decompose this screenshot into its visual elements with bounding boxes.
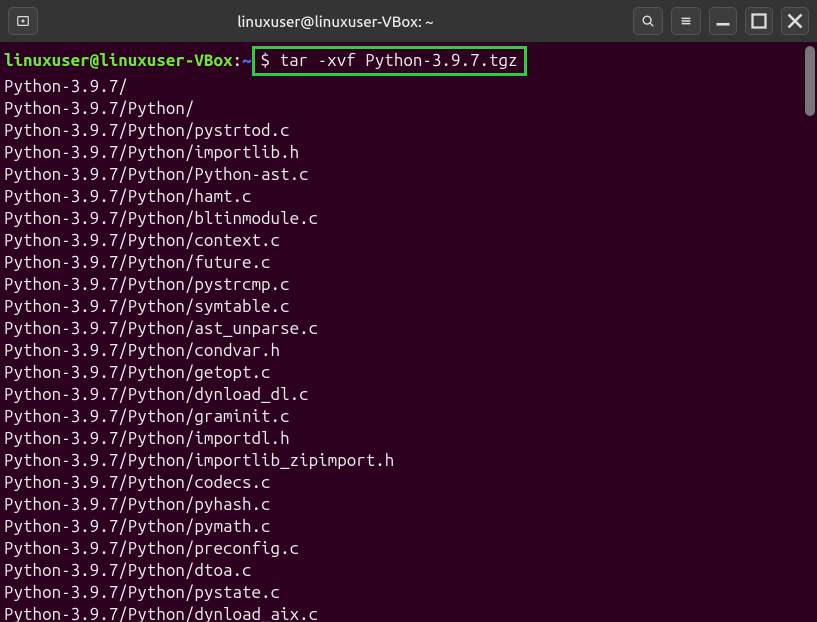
terminal-body[interactable]: linuxuser@linuxuser-VBox:~$ tar -xvf Pyt… [0,42,817,622]
output-line: Python-3.9.7/Python/pystrtod.c [4,120,799,142]
terminal-window: linuxuser@linuxuser-VBox: ~ [0,0,817,622]
output-line: Python-3.9.7/Python/graminit.c [4,406,799,428]
output-line: Python-3.9.7/Python/importlib_zipimport.… [4,450,799,472]
close-button[interactable] [781,7,809,35]
output-line: Python-3.9.7/Python/getopt.c [4,362,799,384]
window-title: linuxuser@linuxuser-VBox: ~ [46,13,625,30]
output-line: Python-3.9.7/Python/pyhash.c [4,494,799,516]
output-line: Python-3.9.7/Python/future.c [4,252,799,274]
output-line: Python-3.9.7/Python/symtable.c [4,296,799,318]
new-tab-icon [16,14,30,28]
titlebar-right [633,7,809,35]
output-line: Python-3.9.7/Python/dynload_dl.c [4,384,799,406]
output-lines: Python-3.9.7/Python-3.9.7/Python/Python-… [4,76,799,622]
output-line: Python-3.9.7/Python/preconfig.c [4,538,799,560]
output-line: Python-3.9.7/ [4,76,799,98]
output-line: Python-3.9.7/Python/context.c [4,230,799,252]
scrollbar-thumb[interactable] [805,46,815,116]
output-line: Python-3.9.7/Python/bltinmodule.c [4,208,799,230]
new-tab-button[interactable] [8,7,38,35]
search-icon [641,14,655,28]
output-line: Python-3.9.7/Python/ [4,98,799,120]
output-line: Python-3.9.7/Python/Python-ast.c [4,164,799,186]
prompt-user-host: linuxuser@linuxuser-VBox [4,51,232,70]
titlebar: linuxuser@linuxuser-VBox: ~ [0,0,817,42]
close-icon [782,8,808,34]
hamburger-icon [679,14,693,28]
prompt-line: linuxuser@linuxuser-VBox:~$ tar -xvf Pyt… [4,46,799,76]
prompt-colon: : [232,51,242,70]
prompt-path: ~ [242,51,252,70]
output-line: Python-3.9.7/Python/dtoa.c [4,560,799,582]
output-line: Python-3.9.7/Python/importdl.h [4,428,799,450]
output-line: Python-3.9.7/Python/condvar.h [4,340,799,362]
output-line: Python-3.9.7/Python/pymath.c [4,516,799,538]
minimize-icon [710,8,736,34]
maximize-icon [746,8,772,34]
output-line: Python-3.9.7/Python/pystrcmp.c [4,274,799,296]
minimize-button[interactable] [709,7,737,35]
terminal-content: linuxuser@linuxuser-VBox:~$ tar -xvf Pyt… [4,46,813,622]
output-line: Python-3.9.7/Python/hamt.c [4,186,799,208]
output-line: Python-3.9.7/Python/dynload_aix.c [4,604,799,622]
search-button[interactable] [633,7,663,35]
output-line: Python-3.9.7/Python/pystate.c [4,582,799,604]
output-line: Python-3.9.7/Python/ast_unparse.c [4,318,799,340]
output-line: Python-3.9.7/Python/codecs.c [4,472,799,494]
maximize-button[interactable] [745,7,773,35]
command-highlight: $ tar -xvf Python-3.9.7.tgz [252,46,527,76]
output-line: Python-3.9.7/Python/importlib.h [4,142,799,164]
menu-button[interactable] [671,7,701,35]
